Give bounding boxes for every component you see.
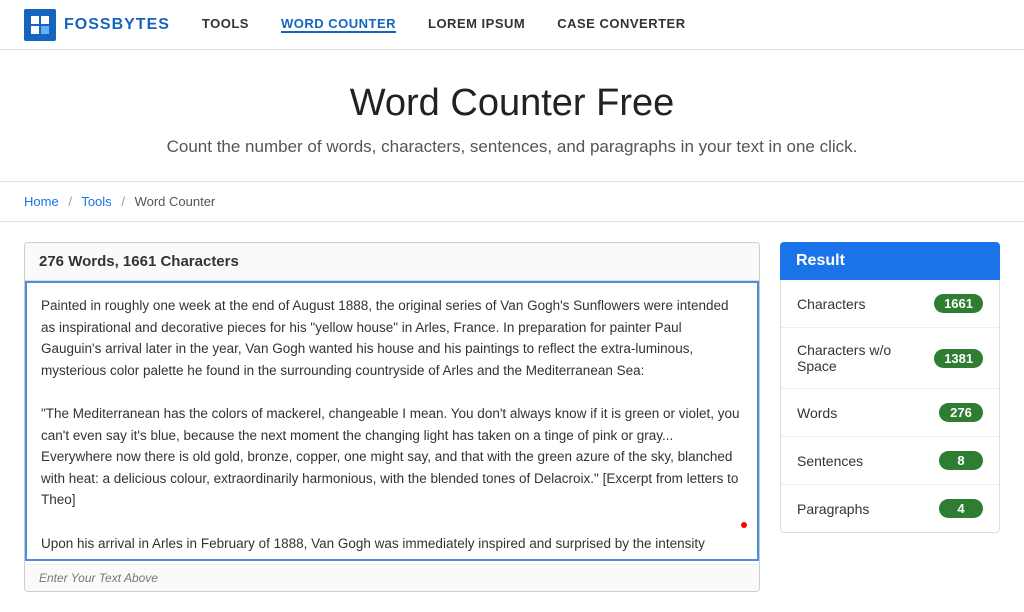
main-content: 276 Words, 1661 Characters Painted in ro… <box>0 222 1024 612</box>
result-label-sentences: Sentences <box>797 453 863 469</box>
result-label-chars-no-space: Characters w/o Space <box>797 342 934 374</box>
nav-lorem-ipsum[interactable]: LOREM IPSUM <box>428 16 525 33</box>
red-dot-indicator <box>741 522 747 528</box>
result-item-sentences: Sentences 8 <box>781 437 999 485</box>
breadcrumb-sep-2: / <box>121 194 125 209</box>
nav-word-counter[interactable]: WORD COUNTER <box>281 16 396 33</box>
result-badge-characters: 1661 <box>934 294 983 313</box>
result-panel: Result Characters 1661 Characters w/o Sp… <box>780 242 1000 592</box>
result-item-characters: Characters 1661 <box>781 280 999 328</box>
text-panel-header: 276 Words, 1661 Characters <box>25 243 759 281</box>
logo-icon <box>24 9 56 41</box>
logo-text: FOSSBYTES <box>64 16 170 34</box>
nav-tools[interactable]: TOOLS <box>202 16 249 33</box>
text-panel-footer: Enter Your Text Above <box>25 564 759 591</box>
result-item-paragraphs: Paragraphs 4 <box>781 485 999 532</box>
breadcrumb-sep-1: / <box>68 194 72 209</box>
logo[interactable]: FOSSBYTES <box>24 9 170 41</box>
breadcrumb-current: Word Counter <box>135 194 216 209</box>
result-header: Result <box>780 242 1000 280</box>
breadcrumb-home[interactable]: Home <box>24 194 59 209</box>
nav-links: TOOLS WORD COUNTER LOREM IPSUM CASE CONV… <box>202 16 686 33</box>
breadcrumb-bar: Home / Tools / Word Counter <box>0 182 1024 222</box>
breadcrumb-tools[interactable]: Tools <box>81 194 111 209</box>
hero-section: Word Counter Free Count the number of wo… <box>0 50 1024 182</box>
result-badge-chars-no-space: 1381 <box>934 349 983 368</box>
breadcrumb: Home / Tools / Word Counter <box>24 194 1000 209</box>
result-badge-sentences: 8 <box>939 451 983 470</box>
hero-subtitle: Count the number of words, characters, s… <box>16 137 1008 157</box>
result-badge-words: 276 <box>939 403 983 422</box>
nav-case-converter[interactable]: CASE CONVERTER <box>557 16 685 33</box>
text-area-wrapper: Painted in roughly one week at the end o… <box>25 281 759 564</box>
result-label-characters: Characters <box>797 296 865 312</box>
text-panel: 276 Words, 1661 Characters Painted in ro… <box>24 242 760 592</box>
navbar: FOSSBYTES TOOLS WORD COUNTER LOREM IPSUM… <box>0 0 1024 50</box>
text-input[interactable]: Painted in roughly one week at the end o… <box>25 281 759 561</box>
result-label-words: Words <box>797 405 837 421</box>
result-badge-paragraphs: 4 <box>939 499 983 518</box>
result-item-words: Words 276 <box>781 389 999 437</box>
result-label-paragraphs: Paragraphs <box>797 501 869 517</box>
page-title: Word Counter Free <box>16 82 1008 125</box>
result-list: Characters 1661 Characters w/o Space 138… <box>780 280 1000 533</box>
result-item-chars-no-space: Characters w/o Space 1381 <box>781 328 999 389</box>
